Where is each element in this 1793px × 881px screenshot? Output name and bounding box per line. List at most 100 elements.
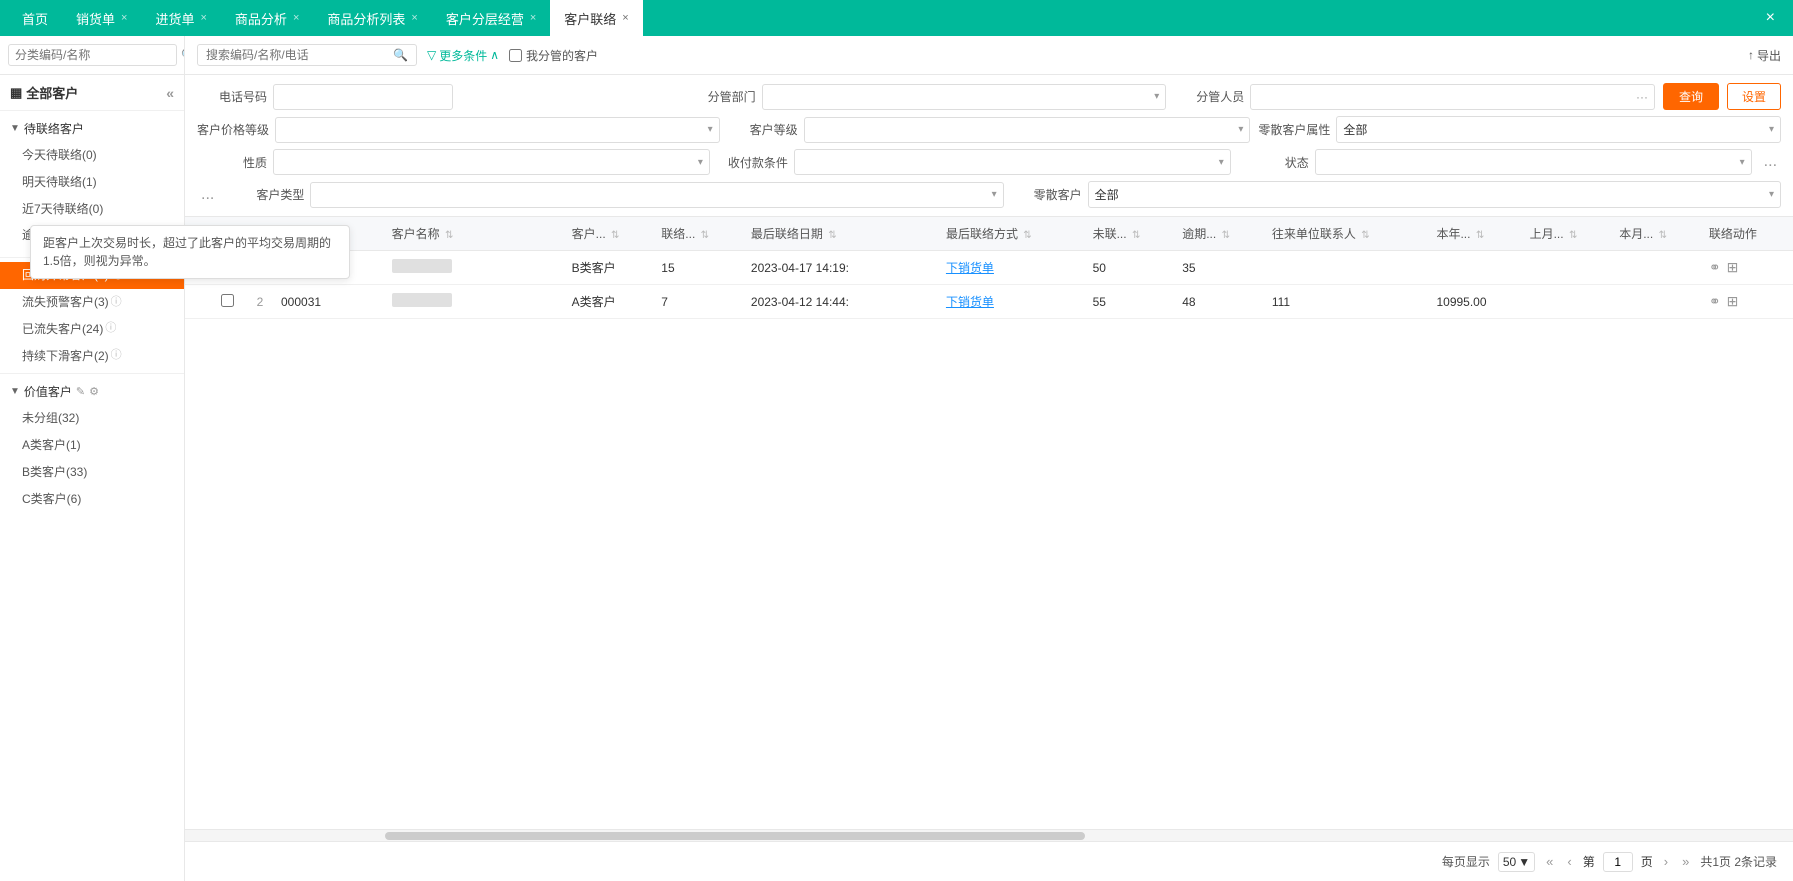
filter-phone: 电话号码	[197, 84, 678, 110]
nav-home[interactable]: 首页	[8, 0, 62, 36]
td-code-2: 000031	[275, 285, 386, 319]
nav-product-analysis-close[interactable]: ×	[293, 12, 299, 24]
export-button[interactable]: ↑ 导出	[1748, 47, 1781, 64]
per-page-select[interactable]: 50 ▼	[1498, 852, 1535, 872]
th-overdue[interactable]: 逾期... ⇅	[1176, 217, 1266, 251]
retail-attr-select[interactable]: 全部 ▾	[1336, 116, 1781, 143]
th-contact[interactable]: 联络... ⇅	[655, 217, 745, 251]
sidebar-item-class-c[interactable]: C类客户(6)	[0, 486, 184, 513]
sidebar-section-pending-title[interactable]: ▼ 待联络客户	[0, 115, 184, 142]
nav-purchase-order[interactable]: 进货单 ×	[141, 0, 220, 36]
window-close-button[interactable]: ×	[1756, 9, 1785, 27]
row1-last-contact-method[interactable]: 下销货单	[946, 261, 994, 275]
customer-grade-select[interactable]: ▾	[804, 117, 1251, 143]
status-select[interactable]: ▾	[1315, 149, 1752, 175]
gender-select[interactable]: ▾	[273, 149, 710, 175]
table-body: 1 000039 B类客户 1	[185, 251, 1793, 319]
customer-type-arrow: ▾	[992, 189, 997, 200]
retail-attr-arrow: ▾	[1769, 124, 1774, 135]
pay-condition-select[interactable]: ▾	[794, 149, 1231, 175]
value-group-settings-icon[interactable]: ⚙	[89, 385, 99, 398]
th-type[interactable]: 客户... ⇅	[566, 217, 656, 251]
search-input[interactable]	[206, 48, 393, 62]
next-page-btn[interactable]: ›	[1661, 854, 1671, 869]
nav-customer-tiering[interactable]: 客户分层经营 ×	[432, 0, 550, 36]
query-button[interactable]: 查询	[1663, 83, 1719, 110]
nav-purchase-order-close[interactable]: ×	[200, 12, 206, 24]
th-this-month[interactable]: 本月... ⇅	[1613, 217, 1703, 251]
nav-customer-tiering-close[interactable]: ×	[530, 12, 536, 24]
td-last-contact-method-2[interactable]: 下销货单	[940, 285, 1087, 319]
filter-dots-4[interactable]: ...	[197, 186, 218, 204]
dept-select[interactable]: ▾	[762, 84, 1167, 110]
retail-customer-select[interactable]: 全部 ▾	[1088, 181, 1781, 208]
th-this-month-sort: ⇅	[1659, 230, 1667, 241]
th-last-contact-method[interactable]: 最后联络方式 ⇅	[940, 217, 1087, 251]
filter-customer-type: 客户类型 ▾	[234, 182, 1003, 208]
page-number-input[interactable]	[1603, 852, 1633, 872]
scroll-thumb[interactable]	[385, 832, 1085, 840]
value-group-edit-icon[interactable]: ✎	[76, 385, 85, 398]
filter-retail-customer: 零散客户 全部 ▾	[1012, 181, 1781, 208]
nav-product-analysis-list-close[interactable]: ×	[411, 12, 417, 24]
my-customers-filter[interactable]: 我分管的客户	[509, 47, 598, 64]
search-icon[interactable]: 🔍	[393, 48, 408, 62]
th-last-contact-date[interactable]: 最后联络日期 ⇅	[745, 217, 940, 251]
row1-name-blur	[392, 259, 452, 273]
nav-customer-contact-close[interactable]: ×	[622, 12, 628, 24]
sidebar-item-churn-warning[interactable]: 流失预警客户(3) ⓘ	[0, 289, 184, 316]
prev-page-btn[interactable]: ‹	[1564, 854, 1574, 869]
sidebar-item-7days[interactable]: 近7天待联络(0)	[0, 196, 184, 223]
row2-grid-icon[interactable]: ⊞	[1727, 293, 1739, 310]
sidebar-value-group-title[interactable]: ▼ 价值客户 ✎ ⚙	[0, 378, 184, 405]
table-row: 1 000039 B类客户 1	[185, 251, 1793, 285]
row2-checkbox[interactable]	[221, 294, 234, 307]
price-grade-select[interactable]: ▾	[275, 117, 720, 143]
sidebar-item-today[interactable]: 今天待联络(0)	[0, 142, 184, 169]
last-page-btn[interactable]: »	[1679, 854, 1692, 869]
sidebar-item-tomorrow[interactable]: 明天待联络(1)	[0, 169, 184, 196]
nav-sales-order[interactable]: 销货单 ×	[62, 0, 141, 36]
person-select[interactable]: ···	[1250, 84, 1655, 110]
horizontal-scrollbar[interactable]	[185, 829, 1793, 841]
churned-info-icon: ⓘ	[105, 321, 116, 336]
nav-product-analysis-label: 商品分析	[235, 9, 287, 28]
row1-link-icon[interactable]: ⚭	[1709, 259, 1721, 276]
declining-info-icon: ⓘ	[111, 348, 122, 363]
row1-overdue: 35	[1182, 261, 1195, 275]
td-checkbox-2[interactable]	[215, 285, 245, 319]
nav-customer-contact[interactable]: 客户联络 ×	[550, 0, 642, 36]
customer-type-select[interactable]: ▾	[310, 182, 1003, 208]
sidebar-toggle-icon[interactable]: «	[166, 85, 174, 101]
th-this-year[interactable]: 本年... ⇅	[1430, 217, 1523, 251]
settings-button[interactable]: 设置	[1727, 83, 1781, 110]
more-conditions-btn[interactable]: ▽ 更多条件 ∧	[427, 47, 499, 64]
nav-product-analysis[interactable]: 商品分析 ×	[221, 0, 313, 36]
phone-input[interactable]	[273, 84, 453, 110]
row2-link-icon[interactable]: ⚭	[1709, 293, 1721, 310]
row1-grid-icon[interactable]: ⊞	[1727, 259, 1739, 276]
first-page-btn[interactable]: «	[1543, 854, 1556, 869]
th-name[interactable]: 客户名称 ⇅	[386, 217, 566, 251]
nav-sales-order-close[interactable]: ×	[121, 12, 127, 24]
sidebar-item-class-a[interactable]: A类客户(1)	[0, 432, 184, 459]
nav-product-analysis-list[interactable]: 商品分析列表 ×	[313, 0, 431, 36]
td-company-contact-1	[1266, 251, 1431, 285]
th-company-contact[interactable]: 往来单位联系人 ⇅	[1266, 217, 1431, 251]
sidebar-item-ungroup[interactable]: 未分组(32)	[0, 405, 184, 432]
sidebar-all-customers[interactable]: ▦ 全部客户 «	[0, 75, 184, 111]
filter-bar: 🔍 ▽ 更多条件 ∧ 我分管的客户 ↑ 导出	[185, 36, 1793, 75]
sidebar-search-input[interactable]	[8, 44, 177, 66]
td-action-1: ⚭ ⊞	[1703, 251, 1793, 285]
filter-dots-3[interactable]: ...	[1760, 153, 1781, 171]
sidebar-item-class-b[interactable]: B类客户(33)	[0, 459, 184, 486]
sidebar-item-declining[interactable]: 持续下滑客户(2) ⓘ	[0, 343, 184, 370]
filter-row-3: 性质 ▾ 收付款条件 ▾ 状态	[197, 149, 1781, 175]
th-last-month[interactable]: 上月... ⇅	[1524, 217, 1614, 251]
td-last-contact-method-1[interactable]: 下销货单	[940, 251, 1087, 285]
row2-last-contact-method[interactable]: 下销货单	[946, 295, 994, 309]
my-customers-checkbox[interactable]	[509, 49, 522, 62]
sidebar-item-churned[interactable]: 已流失客户(24) ⓘ	[0, 316, 184, 343]
td-num-2: 2	[245, 285, 275, 319]
th-uncontacted[interactable]: 未联... ⇅	[1087, 217, 1177, 251]
